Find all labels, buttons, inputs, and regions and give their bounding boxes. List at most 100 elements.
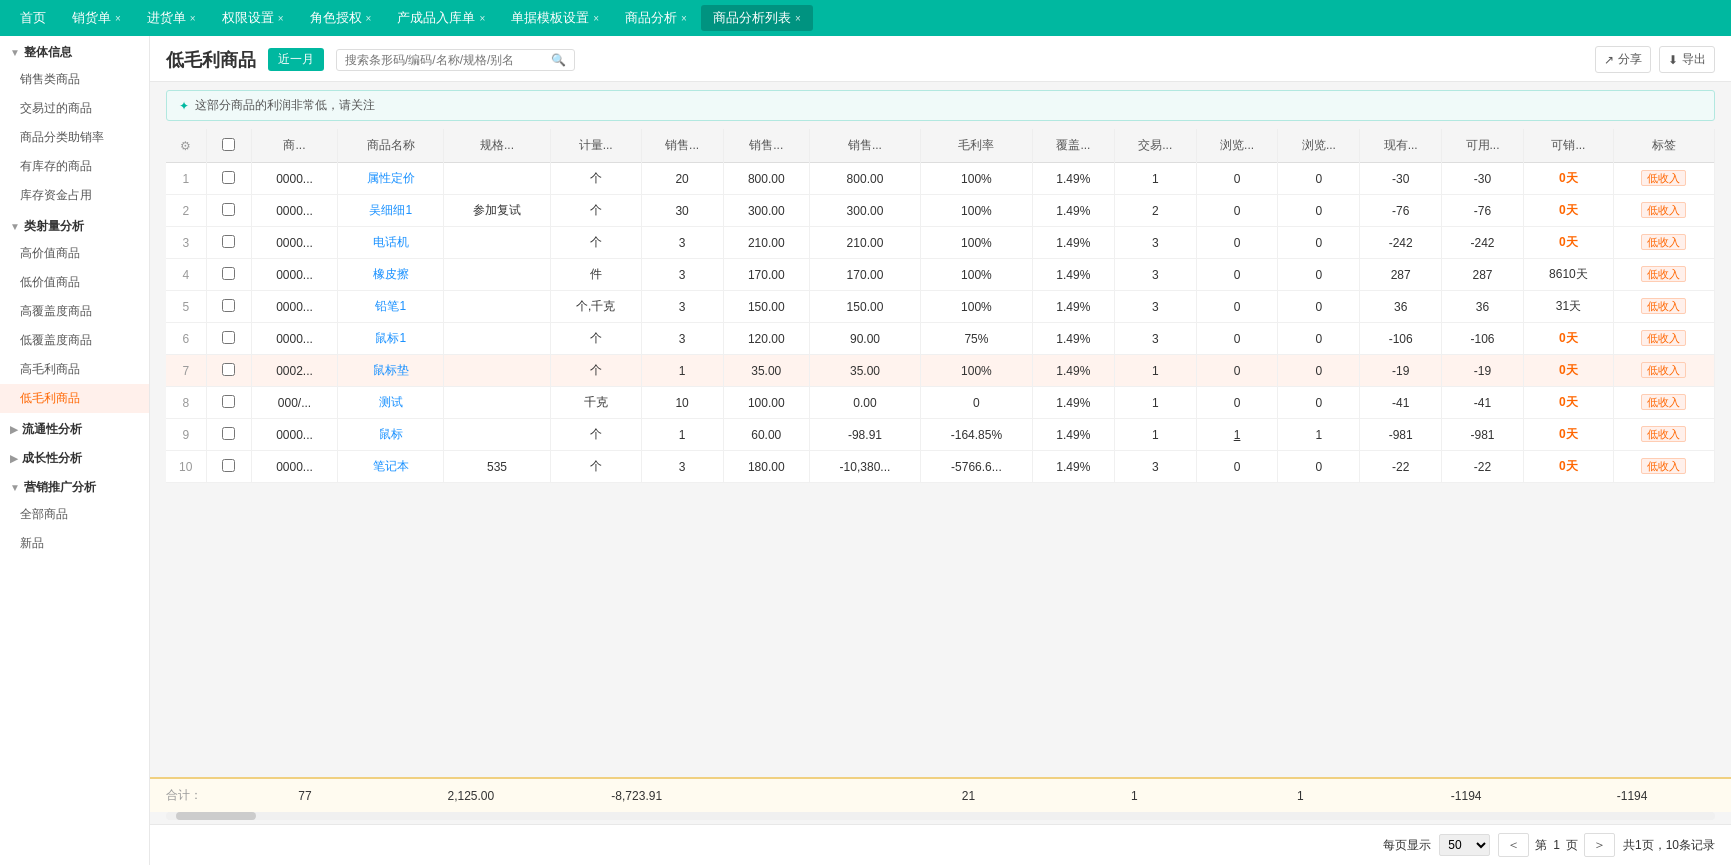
- notice-bar: ✦ 这部分商品的利润非常低，请关注: [166, 90, 1715, 121]
- cell-sellable: 31天: [1523, 291, 1613, 323]
- sidebar-item-category-rate[interactable]: 商品分类助销率: [0, 123, 149, 152]
- col-coverage: 覆盖...: [1032, 129, 1114, 163]
- cell-trade: 3: [1114, 259, 1196, 291]
- cell-sales-amount: 35.00: [810, 355, 921, 387]
- row-checkbox[interactable]: [222, 395, 235, 408]
- nav-item-home[interactable]: 首页: [8, 5, 58, 31]
- nav-close-roles[interactable]: ×: [366, 13, 372, 24]
- cell-sales-amount: 300.00: [810, 195, 921, 227]
- cell-gross-margin: 100%: [920, 227, 1032, 259]
- cell-view1[interactable]: 1: [1196, 419, 1278, 451]
- cell-gross-margin: -164.85%: [920, 419, 1032, 451]
- nav-close-analysis[interactable]: ×: [681, 13, 687, 24]
- sidebar-group-flow[interactable]: ▶ 流通性分析: [0, 413, 149, 442]
- cell-name[interactable]: 电话机: [338, 227, 444, 259]
- search-input[interactable]: [345, 53, 545, 67]
- cell-coverage: 1.49%: [1032, 291, 1114, 323]
- sidebar-item-high-value[interactable]: 高价值商品: [0, 239, 149, 268]
- sidebar-item-in-stock[interactable]: 有库存的商品: [0, 152, 149, 181]
- nav-close-template[interactable]: ×: [593, 13, 599, 24]
- row-checkbox[interactable]: [222, 299, 235, 312]
- nav-item-purchase[interactable]: 进货单 ×: [135, 5, 208, 31]
- row-checkbox[interactable]: [222, 171, 235, 184]
- sidebar-item-new-products[interactable]: 新品: [0, 529, 149, 558]
- sidebar-item-traded-products[interactable]: 交易过的商品: [0, 94, 149, 123]
- export-button[interactable]: ⬇ 导出: [1659, 46, 1715, 73]
- sidebar-group-value[interactable]: ▼ 类射量分析: [0, 210, 149, 239]
- share-button[interactable]: ↗ 分享: [1595, 46, 1651, 73]
- sidebar-item-stock-funds[interactable]: 库存资金占用: [0, 181, 149, 210]
- search-icon[interactable]: 🔍: [551, 53, 566, 67]
- select-all-checkbox[interactable]: [222, 138, 235, 151]
- cell-sellable: 0天: [1523, 387, 1613, 419]
- nav-item-product-entry[interactable]: 产成品入库单 ×: [385, 5, 497, 31]
- cell-name[interactable]: 橡皮擦: [338, 259, 444, 291]
- col-settings[interactable]: ⚙: [166, 129, 206, 163]
- cell-trade: 3: [1114, 451, 1196, 483]
- per-page-select[interactable]: 50 20 100: [1439, 834, 1490, 856]
- collapse-value-icon: ▼: [10, 221, 20, 232]
- nav-close-permissions[interactable]: ×: [278, 13, 284, 24]
- cell-name[interactable]: 铅笔1: [338, 291, 444, 323]
- cell-name[interactable]: 测试: [338, 387, 444, 419]
- cell-index: 3: [166, 227, 206, 259]
- cell-unit: 个: [550, 195, 641, 227]
- cell-unit: 件: [550, 259, 641, 291]
- nav-item-analysis-list[interactable]: 商品分析列表 ×: [701, 5, 813, 31]
- cell-gross-margin: 0: [920, 387, 1032, 419]
- sidebar-item-low-margin[interactable]: 低毛利商品: [0, 384, 149, 413]
- filter-button[interactable]: 近一月: [268, 48, 324, 71]
- nav-item-template[interactable]: 单据模板设置 ×: [499, 5, 611, 31]
- nav-item-roles[interactable]: 角色授权 ×: [298, 5, 384, 31]
- cell-name[interactable]: 鼠标垫: [338, 355, 444, 387]
- cell-sellable: 0天: [1523, 355, 1613, 387]
- cell-name[interactable]: 鼠标: [338, 419, 444, 451]
- prev-page-button[interactable]: ＜: [1498, 833, 1529, 857]
- sidebar-item-low-coverage[interactable]: 低覆盖度商品: [0, 326, 149, 355]
- row-checkbox[interactable]: [222, 267, 235, 280]
- row-checkbox[interactable]: [222, 459, 235, 472]
- nav-close-analysis-list[interactable]: ×: [795, 13, 801, 24]
- cell-name[interactable]: 笔记本: [338, 451, 444, 483]
- nav-close-sales[interactable]: ×: [115, 13, 121, 24]
- row-checkbox[interactable]: [222, 203, 235, 216]
- sidebar-item-sales-products[interactable]: 销售类商品: [0, 65, 149, 94]
- footer-sales-amount: -8,723.91: [554, 789, 720, 803]
- sidebar-item-high-coverage[interactable]: 高覆盖度商品: [0, 297, 149, 326]
- footer-coverage: [720, 789, 886, 803]
- sidebar-item-all-products[interactable]: 全部商品: [0, 500, 149, 529]
- row-checkbox[interactable]: [222, 235, 235, 248]
- page-control: ＜ 第 1 页 ＞: [1498, 833, 1615, 857]
- col-sellable: 可销...: [1523, 129, 1613, 163]
- nav-item-sales[interactable]: 销货单 ×: [60, 5, 133, 31]
- row-checkbox[interactable]: [222, 427, 235, 440]
- row-checkbox[interactable]: [222, 363, 235, 376]
- sidebar-item-high-margin[interactable]: 高毛利商品: [0, 355, 149, 384]
- cell-name[interactable]: 属性定价: [338, 163, 444, 195]
- cell-name[interactable]: 吴细细1: [338, 195, 444, 227]
- nav-close-purchase[interactable]: ×: [190, 13, 196, 24]
- sidebar-group-overall[interactable]: ▼ 整体信息: [0, 36, 149, 65]
- table-row: 2 0000... 吴细细1 参加复试 个 30 300.00 300.00 1…: [166, 195, 1715, 227]
- page-title: 低毛利商品: [166, 48, 256, 72]
- cell-gross-margin: 100%: [920, 259, 1032, 291]
- cell-coverage: 1.49%: [1032, 323, 1114, 355]
- cell-coverage: 1.49%: [1032, 227, 1114, 259]
- next-page-button[interactable]: ＞: [1584, 833, 1615, 857]
- sidebar-group-marketing[interactable]: ▼ 营销推广分析: [0, 471, 149, 500]
- cell-available: -41: [1442, 387, 1524, 419]
- cell-sales-qty: 3: [641, 227, 723, 259]
- cell-name[interactable]: 鼠标1: [338, 323, 444, 355]
- sidebar-item-low-value[interactable]: 低价值商品: [0, 268, 149, 297]
- cell-current: -76: [1360, 195, 1442, 227]
- nav-item-permissions[interactable]: 权限设置 ×: [210, 5, 296, 31]
- cell-gross-margin: 100%: [920, 291, 1032, 323]
- row-checkbox[interactable]: [222, 331, 235, 344]
- cell-coverage: 1.49%: [1032, 195, 1114, 227]
- scrollbar-thumb[interactable]: [176, 812, 256, 820]
- nav-close-product-entry[interactable]: ×: [479, 13, 485, 24]
- nav-item-analysis[interactable]: 商品分析 ×: [613, 5, 699, 31]
- sidebar-group-growth[interactable]: ▶ 成长性分析: [0, 442, 149, 471]
- scrollbar-area[interactable]: [166, 812, 1715, 820]
- cell-view2: 0: [1278, 323, 1360, 355]
